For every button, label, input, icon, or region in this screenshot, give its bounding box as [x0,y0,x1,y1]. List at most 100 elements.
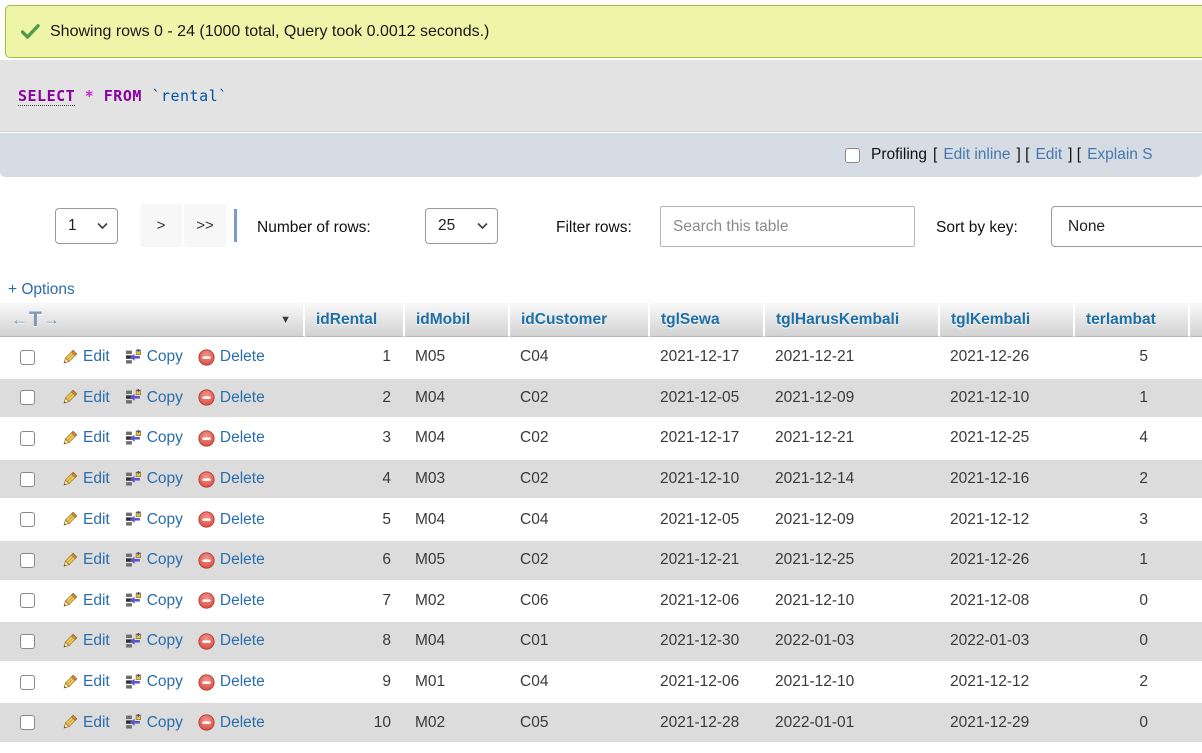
edit-inline-link[interactable]: Edit inline [943,146,1010,164]
page-select[interactable]: 1 [55,208,118,244]
column-resize-controls[interactable]: ← T → [11,309,60,330]
edit-action[interactable]: Edit [61,348,110,366]
row-checkbox[interactable] [20,512,35,527]
copy-link[interactable]: Copy [147,470,183,488]
delete-link[interactable]: Delete [220,551,265,569]
copy-link[interactable]: Copy [147,673,183,691]
delete-action[interactable]: Delete [198,673,265,691]
delete-action[interactable]: Delete [198,389,265,407]
pencil-icon [61,471,78,488]
edit-action[interactable]: Edit [61,389,110,407]
arrow-left-icon[interactable]: ← [11,310,28,330]
column-header-tglSewa[interactable]: tglSewa [650,303,765,337]
column-t-icon[interactable]: T [29,309,42,330]
copy-action[interactable]: Copy [125,348,183,366]
column-header-idMobil[interactable]: idMobil [405,303,510,337]
row-checkbox[interactable] [20,715,35,730]
edit-action[interactable]: Edit [61,632,110,650]
edit-action[interactable]: Edit [61,592,110,610]
cell-tglKembali: 2021-12-10 [940,379,1075,418]
copy-insert-icon [125,349,142,366]
pencil-icon [61,674,78,691]
edit-link[interactable]: Edit [83,592,110,610]
delete-link[interactable]: Delete [220,348,265,366]
column-header-tglHarusKembali[interactable]: tglHarusKembali [765,303,940,337]
edit-link[interactable]: Edit [83,511,110,529]
delete-link[interactable]: Delete [220,632,265,650]
delete-action[interactable]: Delete [198,714,265,732]
cell-tglKembali: 2021-12-29 [940,703,1075,742]
delete-action[interactable]: Delete [198,429,265,447]
delete-link[interactable]: Delete [220,511,265,529]
copy-action[interactable]: Copy [125,389,183,407]
edit-action[interactable]: Edit [61,551,110,569]
copy-action[interactable]: Copy [125,511,183,529]
copy-link[interactable]: Copy [147,714,183,732]
copy-action[interactable]: Copy [125,429,183,447]
edit-query-link[interactable]: Edit [1035,146,1062,164]
arrow-right-icon[interactable]: → [43,310,60,330]
explain-sql-link[interactable]: Explain S [1087,146,1152,164]
row-checkbox[interactable] [20,675,35,690]
copy-link[interactable]: Copy [147,389,183,407]
delete-link[interactable]: Delete [220,592,265,610]
edit-link[interactable]: Edit [83,429,110,447]
sort-by-key-select[interactable]: None [1051,206,1202,247]
copy-link[interactable]: Copy [147,511,183,529]
edit-link[interactable]: Edit [83,632,110,650]
number-of-rows-select[interactable]: 25 [425,208,498,244]
edit-link[interactable]: Edit [83,348,110,366]
edit-link[interactable]: Edit [83,714,110,732]
delete-action[interactable]: Delete [198,632,265,650]
copy-link[interactable]: Copy [147,592,183,610]
row-checkbox[interactable] [20,431,35,446]
row-checkbox[interactable] [20,350,35,365]
edit-action[interactable]: Edit [61,511,110,529]
row-checkbox[interactable] [20,634,35,649]
delete-link[interactable]: Delete [220,714,265,732]
actions-dropdown-icon[interactable]: ▼ [280,314,291,326]
next-page-button[interactable]: > [140,204,182,247]
delete-link[interactable]: Delete [220,673,265,691]
copy-link[interactable]: Copy [147,348,183,366]
row-checkbox[interactable] [20,472,35,487]
edit-action[interactable]: Edit [61,429,110,447]
row-checkbox[interactable] [20,593,35,608]
last-page-button[interactable]: >> [184,204,226,247]
column-header-tglKembali[interactable]: tglKembali [940,303,1075,337]
row-actions-cell: Edit Copy [0,460,305,499]
delete-link[interactable]: Delete [220,429,265,447]
row-checkbox[interactable] [20,390,35,405]
edit-action[interactable]: Edit [61,673,110,691]
delete-action[interactable]: Delete [198,592,265,610]
delete-action[interactable]: Delete [198,551,265,569]
delete-action[interactable]: Delete [198,470,265,488]
edit-link[interactable]: Edit [83,673,110,691]
copy-link[interactable]: Copy [147,632,183,650]
edit-action[interactable]: Edit [61,714,110,732]
column-header-idRental[interactable]: idRental [305,303,405,337]
delete-action[interactable]: Delete [198,511,265,529]
delete-link[interactable]: Delete [220,389,265,407]
column-header-idCustomer[interactable]: idCustomer [510,303,650,337]
edit-link[interactable]: Edit [83,389,110,407]
copy-action[interactable]: Copy [125,632,183,650]
copy-link[interactable]: Copy [147,551,183,569]
row-checkbox[interactable] [20,553,35,568]
sql-keyword-select[interactable]: SELECT [18,87,75,106]
table-search-input[interactable] [660,206,915,247]
options-toggle-link[interactable]: + Options [8,281,75,299]
column-header-terlambat[interactable]: terlambat [1075,303,1190,337]
copy-action[interactable]: Copy [125,470,183,488]
copy-link[interactable]: Copy [147,429,183,447]
copy-action[interactable]: Copy [125,551,183,569]
profiling-checkbox[interactable] [845,148,860,163]
edit-link[interactable]: Edit [83,470,110,488]
delete-link[interactable]: Delete [220,470,265,488]
copy-action[interactable]: Copy [125,714,183,732]
delete-action[interactable]: Delete [198,348,265,366]
copy-action[interactable]: Copy [125,592,183,610]
edit-link[interactable]: Edit [83,551,110,569]
copy-action[interactable]: Copy [125,673,183,691]
edit-action[interactable]: Edit [61,470,110,488]
